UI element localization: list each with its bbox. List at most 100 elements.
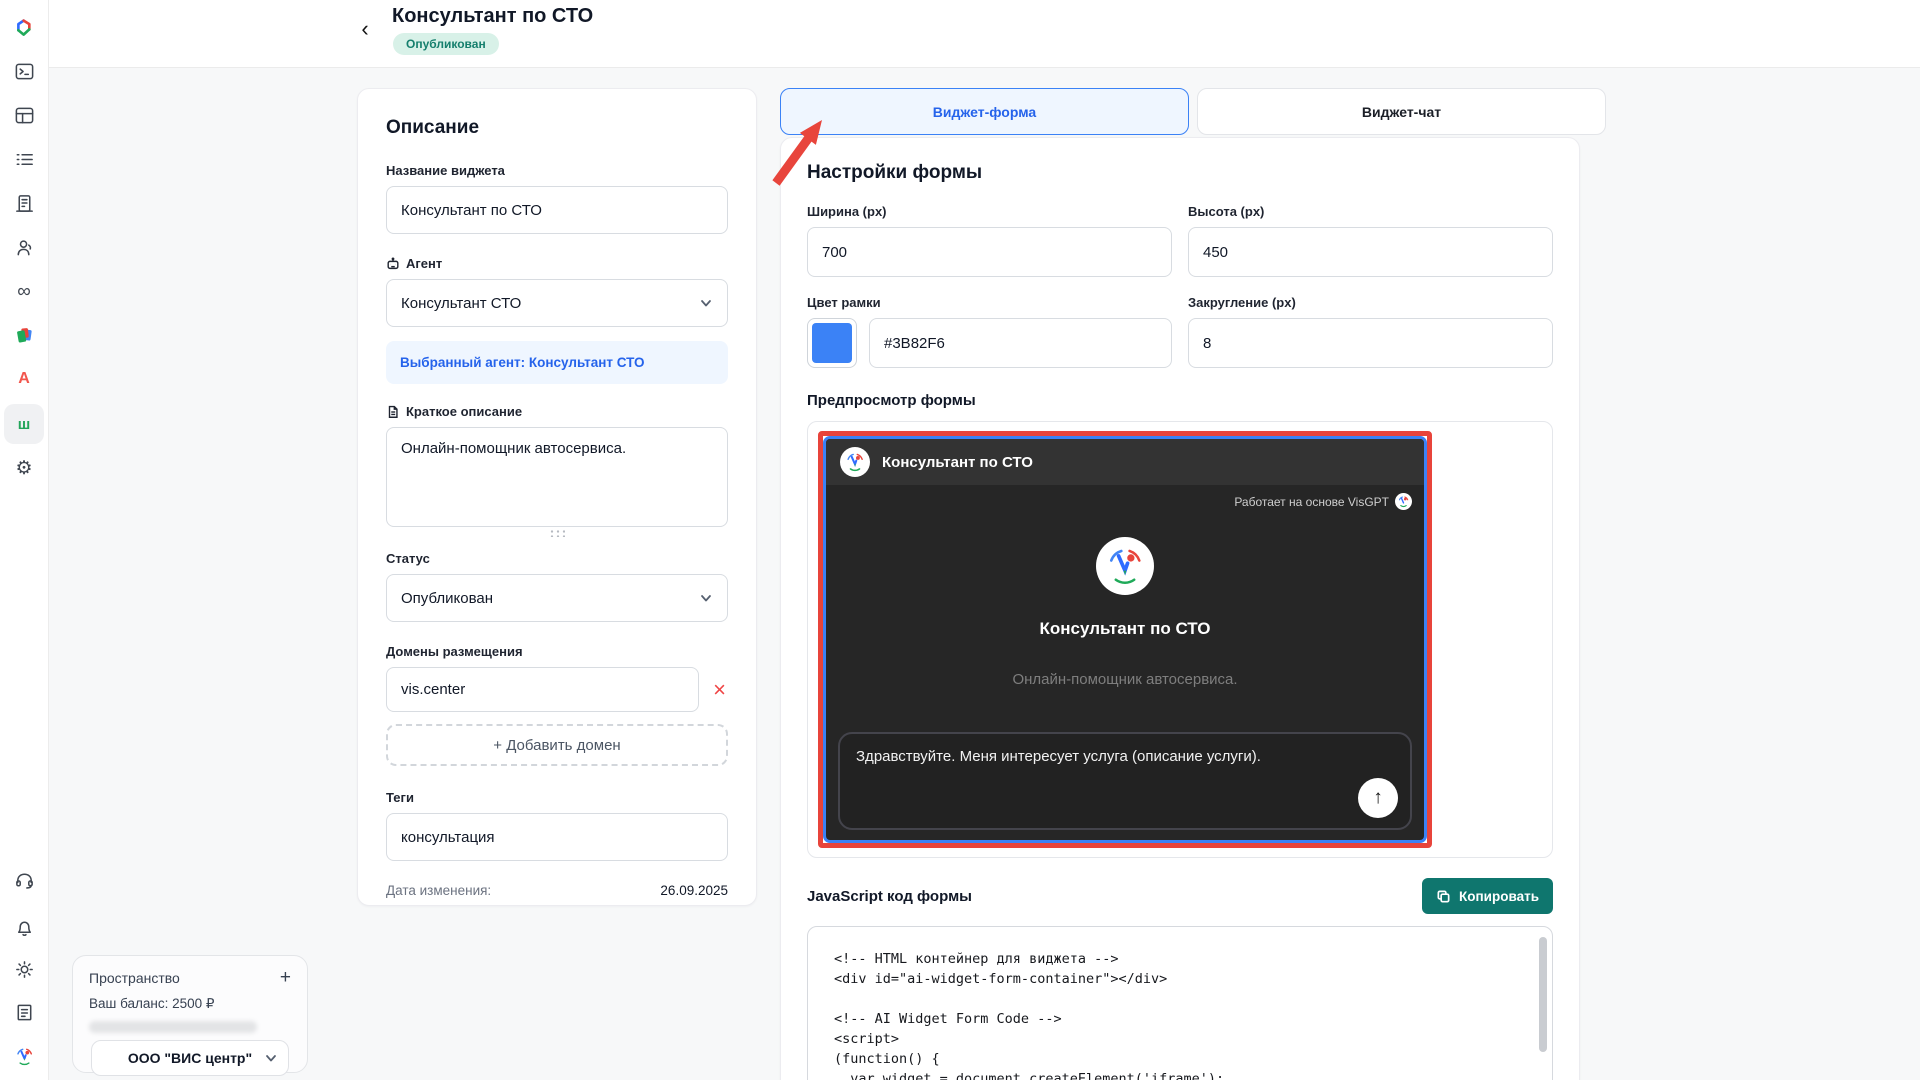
- short-description-value: Онлайн-помощник автосервиса.: [401, 440, 627, 457]
- infinity-icon[interactable]: ∞: [4, 271, 44, 311]
- domains-label: Домены размещения: [386, 644, 523, 659]
- width-input[interactable]: [807, 227, 1172, 277]
- agents-icon[interactable]: A: [4, 359, 44, 399]
- widget-body: Работает на основе VisGPT Консультант по…: [826, 485, 1424, 840]
- notifications-icon[interactable]: [4, 907, 44, 947]
- code-line: <!-- HTML контейнер для виджета -->: [834, 951, 1119, 967]
- theme-icon[interactable]: [4, 949, 44, 989]
- document-icon: [388, 405, 398, 418]
- robot-icon: [387, 257, 399, 269]
- tab-widget-chat[interactable]: Виджет-чат: [1197, 88, 1606, 135]
- border-color-label: Цвет рамки: [807, 295, 881, 310]
- domain-input[interactable]: vis.center: [386, 667, 700, 712]
- list-icon[interactable]: [4, 139, 44, 179]
- code-line: <div id="ai-widget-form-container"></div…: [834, 971, 1168, 987]
- widget-name-input[interactable]: Консультант по СТО: [386, 186, 728, 234]
- users-icon[interactable]: [4, 227, 44, 267]
- code-line: (function() {: [834, 1051, 940, 1067]
- settings-icon[interactable]: ⚙: [4, 448, 44, 488]
- chevron-down-icon: [699, 591, 713, 605]
- color-swatch-fill: [812, 323, 852, 363]
- message-text: Здравствуйте. Меня интересует услуга (оп…: [856, 748, 1261, 765]
- height-label: Высота (px): [1188, 204, 1265, 219]
- agent-value: Консультант СТО: [401, 294, 522, 312]
- short-description-textarea[interactable]: Онлайн-помощник автосервиса.: [386, 427, 728, 527]
- app-logo-bottom-icon: [4, 1036, 44, 1076]
- tab-widget-form[interactable]: Виджет-форма: [780, 88, 1189, 135]
- status-select[interactable]: Опубликован: [386, 574, 728, 622]
- workspace-panel: Пространство + Ваш баланс: 2500 ₽ ООО "В…: [72, 955, 308, 1076]
- code-line: var widget = document.createElement('ifr…: [834, 1071, 1225, 1080]
- send-button[interactable]: ↑: [1358, 778, 1398, 818]
- blurred-user-info: [89, 1021, 257, 1033]
- status-label: Статус: [386, 551, 430, 566]
- widget-title: Консультант по СТО: [1039, 619, 1211, 638]
- widget-tabs: Виджет-форма Виджет-чат: [780, 88, 1610, 135]
- sidebar: ∞ A ш ⚙: [0, 0, 49, 1080]
- modified-date-label: Дата изменения:: [386, 883, 492, 898]
- organization-select[interactable]: ООО "ВИС центр": [91, 1040, 289, 1076]
- form-settings-title: Настройки формы: [807, 162, 983, 183]
- widget-form-panel: Настройки формы Ширина (px) Высота (px) …: [780, 137, 1580, 1080]
- widget-header-title: Консультант по СТО: [882, 453, 1033, 471]
- modified-date-value: 26.09.2025: [660, 883, 728, 898]
- remove-icon: ×: [713, 676, 726, 702]
- powered-by: Работает на основе VisGPT: [1234, 493, 1412, 510]
- add-domain-button[interactable]: + Добавить домен: [386, 724, 728, 766]
- workspace-title: Пространство: [89, 969, 180, 986]
- support-icon[interactable]: [4, 860, 44, 900]
- remove-domain-button[interactable]: ×: [711, 676, 728, 702]
- tags-label: Теги: [386, 790, 414, 805]
- knowledge-base-icon[interactable]: [4, 315, 44, 355]
- code-line: <!-- AI Widget Form Code -->: [834, 1011, 1062, 1027]
- radius-label: Закругление (px): [1188, 295, 1296, 310]
- copy-icon: [1437, 890, 1450, 902]
- widgets-icon[interactable]: ш: [4, 404, 44, 444]
- domain-row: vis.center ×: [386, 667, 728, 712]
- copy-button[interactable]: Копировать: [1422, 878, 1553, 914]
- chevron-down-icon: [699, 296, 713, 310]
- top-header: [49, 0, 1920, 68]
- terminal-icon[interactable]: [4, 51, 44, 91]
- visgpt-logo-icon: [1395, 493, 1412, 510]
- radius-input[interactable]: [1188, 318, 1553, 368]
- widget-preview: Консультант по СТО Работает на основе Vi…: [823, 436, 1427, 843]
- widget-header: Консультант по СТО: [826, 439, 1424, 485]
- code-block[interactable]: <!-- HTML контейнер для виджета --> <div…: [807, 926, 1553, 1080]
- app-logo-icon[interactable]: [4, 8, 44, 48]
- organization-name: ООО "ВИС центр": [127, 1050, 253, 1066]
- status-value: Опубликован: [401, 589, 494, 607]
- short-description-label: Краткое описание: [386, 404, 728, 419]
- width-label: Ширина (px): [807, 204, 887, 219]
- message-input[interactable]: Здравствуйте. Меня интересует услуга (оп…: [838, 732, 1412, 830]
- organization-icon[interactable]: [4, 183, 44, 223]
- border-color-input[interactable]: [869, 318, 1172, 368]
- preview-label: Предпросмотр формы: [807, 392, 976, 409]
- description-title: Описание: [386, 117, 480, 138]
- js-code-title: JavaScript код формы: [807, 887, 972, 905]
- code-line: <script>: [834, 1031, 900, 1047]
- description-panel: Описание Название виджета Консультант по…: [357, 88, 757, 906]
- annotation-red-frame: Консультант по СТО Работает на основе Vi…: [818, 431, 1432, 848]
- back-icon: ‹: [361, 16, 369, 41]
- add-workspace-button[interactable]: +: [280, 968, 291, 987]
- table-icon[interactable]: [4, 95, 44, 135]
- selected-agent-banner: Выбранный агент: Консультант СТО: [386, 341, 728, 384]
- height-input[interactable]: [1188, 227, 1553, 277]
- tags-input[interactable]: консультация: [386, 813, 728, 861]
- agent-label: Агент: [386, 256, 728, 271]
- preview-container: Консультант по СТО Работает на основе Vi…: [807, 421, 1553, 858]
- tags-value: консультация: [401, 828, 495, 846]
- agent-select[interactable]: Консультант СТО: [386, 279, 728, 327]
- chevron-down-icon: [264, 1051, 278, 1065]
- plus-icon: +: [279, 967, 291, 988]
- back-button[interactable]: ‹: [352, 16, 378, 42]
- app-root: ∞ A ш ⚙ ‹ Консультант по СТО Опубликован…: [0, 0, 1920, 1080]
- widget-name-value: Консультант по СТО: [401, 201, 542, 219]
- color-swatch[interactable]: [807, 318, 857, 368]
- resize-handle[interactable]: [549, 529, 565, 537]
- billing-icon[interactable]: [4, 992, 44, 1032]
- code-scrollbar[interactable]: [1539, 937, 1547, 1052]
- send-icon: ↑: [1373, 787, 1383, 808]
